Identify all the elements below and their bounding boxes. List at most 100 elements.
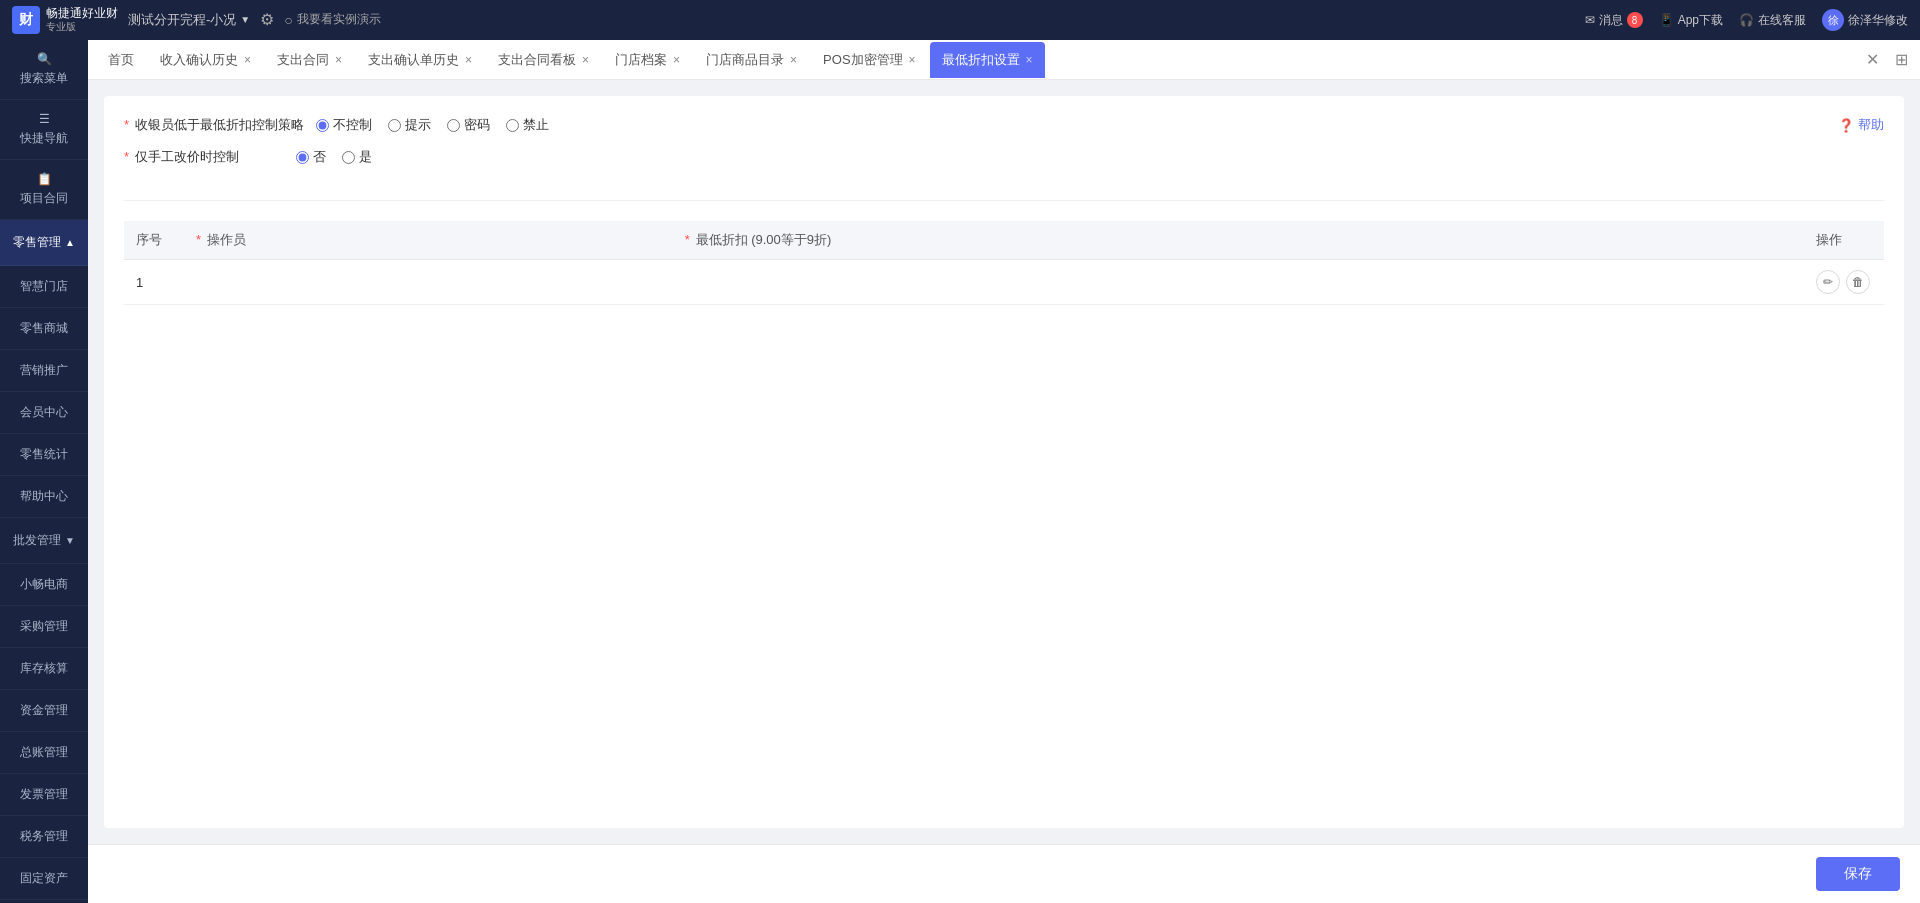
tab-store-catalog[interactable]: 门店商品目录 ×	[694, 42, 809, 78]
online-support-action[interactable]: 🎧 在线客服	[1739, 12, 1806, 29]
strategy-option-no-control[interactable]: 不控制	[316, 116, 372, 134]
sidebar-item-member[interactable]: 会员中心	[0, 392, 88, 434]
logo-title: 畅捷通好业财	[46, 6, 118, 20]
sidebar-item-assets[interactable]: 固定资产	[0, 858, 88, 900]
demo-link[interactable]: 我要看实例演示	[284, 11, 380, 28]
close-min-discount[interactable]: ×	[1026, 54, 1033, 66]
sidebar-item-retail-stats[interactable]: 零售统计	[0, 434, 88, 476]
sidebar-label-help: 帮助中心	[20, 488, 68, 505]
user-action[interactable]: 徐 徐泽华修改	[1822, 9, 1908, 31]
th-seq: 序号	[124, 221, 184, 260]
logo-icon: 财	[12, 6, 40, 34]
strategy-option-forbid[interactable]: 禁止	[506, 116, 549, 134]
cell-operator	[184, 260, 673, 305]
sidebar-item-nav[interactable]: ☰ 快捷导航	[0, 100, 88, 160]
help-circle-icon: ❓	[1838, 118, 1854, 133]
tab-expenditure-contract[interactable]: 支出合同 ×	[265, 42, 354, 78]
close-expenditure-contract[interactable]: ×	[335, 54, 342, 66]
strategy-radio-group: 不控制 提示 密码 禁	[316, 116, 549, 134]
edit-row-button[interactable]: ✏	[1816, 270, 1840, 294]
sidebar-item-inventory[interactable]: 库存核算	[0, 648, 88, 690]
sidebar-item-purchase[interactable]: 采购管理	[0, 606, 88, 648]
header-left: 财 畅捷通好业财 专业版 测试分开完程-小况 ▼ ⚙ 我要看实例演示	[12, 6, 381, 34]
sidebar-item-contract[interactable]: 📋 项目合同	[0, 160, 88, 220]
sidebar-item-help[interactable]: 帮助中心	[0, 476, 88, 518]
sidebar-item-marketing[interactable]: 营销推广	[0, 350, 88, 392]
sidebar-item-smart-store[interactable]: 智慧门店	[0, 266, 88, 308]
manual-option-yes[interactable]: 是	[342, 148, 372, 166]
sidebar-item-ecommerce[interactable]: 小畅电商	[0, 564, 88, 606]
strategy-radio-no-control[interactable]	[316, 119, 329, 132]
tab-min-discount[interactable]: 最低折扣设置 ×	[930, 42, 1045, 78]
strategy-label-text: 收银员低于最低折扣控制策略	[135, 117, 304, 132]
manual-radio-yes[interactable]	[342, 151, 355, 164]
app-download-action[interactable]: 📱 App下载	[1659, 12, 1723, 29]
strategy-radio-forbid[interactable]	[506, 119, 519, 132]
sidebar-item-search[interactable]: 🔍 搜索菜单	[0, 40, 88, 100]
strategy-radio-hint[interactable]	[388, 119, 401, 132]
close-pos-password[interactable]: ×	[909, 54, 916, 66]
sidebar: 🔍 搜索菜单 ☰ 快捷导航 📋 项目合同 零售管理 ▲ 智慧门店 零售商城 营销…	[0, 40, 88, 903]
tab-label-store-catalog: 门店商品目录	[706, 51, 784, 69]
project-selector[interactable]: 测试分开完程-小况 ▼	[128, 11, 250, 29]
top-header: 财 畅捷通好业财 专业版 测试分开完程-小况 ▼ ⚙ 我要看实例演示 ✉ 消息 …	[0, 0, 1920, 40]
sidebar-label-assets: 固定资产	[20, 870, 68, 887]
manual-label: * 仅手工改价时控制	[124, 148, 284, 166]
sidebar-item-wholesale[interactable]: 批发管理 ▼	[0, 518, 88, 564]
sidebar-label-tax: 税务管理	[20, 828, 68, 845]
tab-expenditure-history[interactable]: 支出确认单历史 ×	[356, 42, 484, 78]
tab-label-expenditure-history: 支出确认单历史	[368, 51, 459, 69]
user-label: 徐泽华修改	[1848, 12, 1908, 29]
close-store-archive[interactable]: ×	[673, 54, 680, 66]
tab-store-archive[interactable]: 门店档案 ×	[603, 42, 692, 78]
manual-option-no[interactable]: 否	[296, 148, 326, 166]
tab-home[interactable]: 首页	[96, 42, 146, 78]
strategy-option-hint-label: 提示	[405, 116, 431, 134]
sidebar-item-tax[interactable]: 税务管理	[0, 816, 88, 858]
tab-label-home: 首页	[108, 51, 134, 69]
help-link[interactable]: ❓ 帮助	[1838, 116, 1884, 134]
sidebar-item-fund[interactable]: 资金管理	[0, 690, 88, 732]
strategy-option-forbid-label: 禁止	[523, 116, 549, 134]
strategy-radio-password[interactable]	[447, 119, 460, 132]
sidebar-label-purchase: 采购管理	[20, 618, 68, 635]
close-income-history[interactable]: ×	[244, 54, 251, 66]
close-store-catalog[interactable]: ×	[790, 54, 797, 66]
sidebar-item-invoice[interactable]: 发票管理	[0, 774, 88, 816]
strategy-option-hint[interactable]: 提示	[388, 116, 431, 134]
tab-label-income-history: 收入确认历史	[160, 51, 238, 69]
sidebar-item-ledger[interactable]: 总账管理	[0, 732, 88, 774]
manual-radio-no[interactable]	[296, 151, 309, 164]
save-button[interactable]: 保存	[1816, 857, 1900, 891]
cell-min-discount	[673, 260, 1804, 305]
tab-income-history[interactable]: 收入确认历史 ×	[148, 42, 263, 78]
delete-row-button[interactable]: 🗑	[1846, 270, 1870, 294]
tab-bar: 首页 收入确认历史 × 支出合同 × 支出确认单历史 × 支出合同看板 × 门店…	[88, 40, 1920, 80]
strategy-option-password[interactable]: 密码	[447, 116, 490, 134]
tab-label-expenditure-contract: 支出合同	[277, 51, 329, 69]
action-icons: ✏ 🗑	[1816, 270, 1872, 294]
sidebar-label-search: 搜索菜单	[20, 70, 68, 87]
tab-close-all-icon[interactable]: ✕	[1862, 46, 1883, 73]
sidebar-label-retail: 零售管理	[13, 234, 61, 251]
close-contract-board[interactable]: ×	[582, 54, 589, 66]
form-section: * 收银员低于最低折扣控制策略 不控制 提示	[124, 116, 1884, 201]
sidebar-label-marketing: 营销推广	[20, 362, 68, 379]
message-action[interactable]: ✉ 消息 8	[1585, 12, 1643, 29]
manual-label-text: 仅手工改价时控制	[135, 149, 239, 164]
tab-pos-password[interactable]: POS加密管理 ×	[811, 42, 927, 78]
sidebar-item-retail-mall[interactable]: 零售商城	[0, 308, 88, 350]
settings-icon[interactable]: ⚙	[260, 10, 274, 29]
main-card: * 收银员低于最低折扣控制策略 不控制 提示	[104, 96, 1904, 828]
search-icon: 🔍	[37, 52, 52, 66]
close-expenditure-history[interactable]: ×	[465, 54, 472, 66]
th-min-discount: * 最低折扣 (9.00等于9折)	[673, 221, 1804, 260]
header-right: ✉ 消息 8 📱 App下载 🎧 在线客服 徐 徐泽华修改	[1585, 9, 1908, 31]
sidebar-item-retail[interactable]: 零售管理 ▲	[0, 220, 88, 266]
tab-menu-icon[interactable]: ⊞	[1891, 46, 1912, 73]
sidebar-label-invoice: 发票管理	[20, 786, 68, 803]
delete-icon: 🗑	[1852, 275, 1864, 289]
tab-contract-board[interactable]: 支出合同看板 ×	[486, 42, 601, 78]
cell-actions: ✏ 🗑	[1804, 260, 1884, 305]
sidebar-label-fund: 资金管理	[20, 702, 68, 719]
